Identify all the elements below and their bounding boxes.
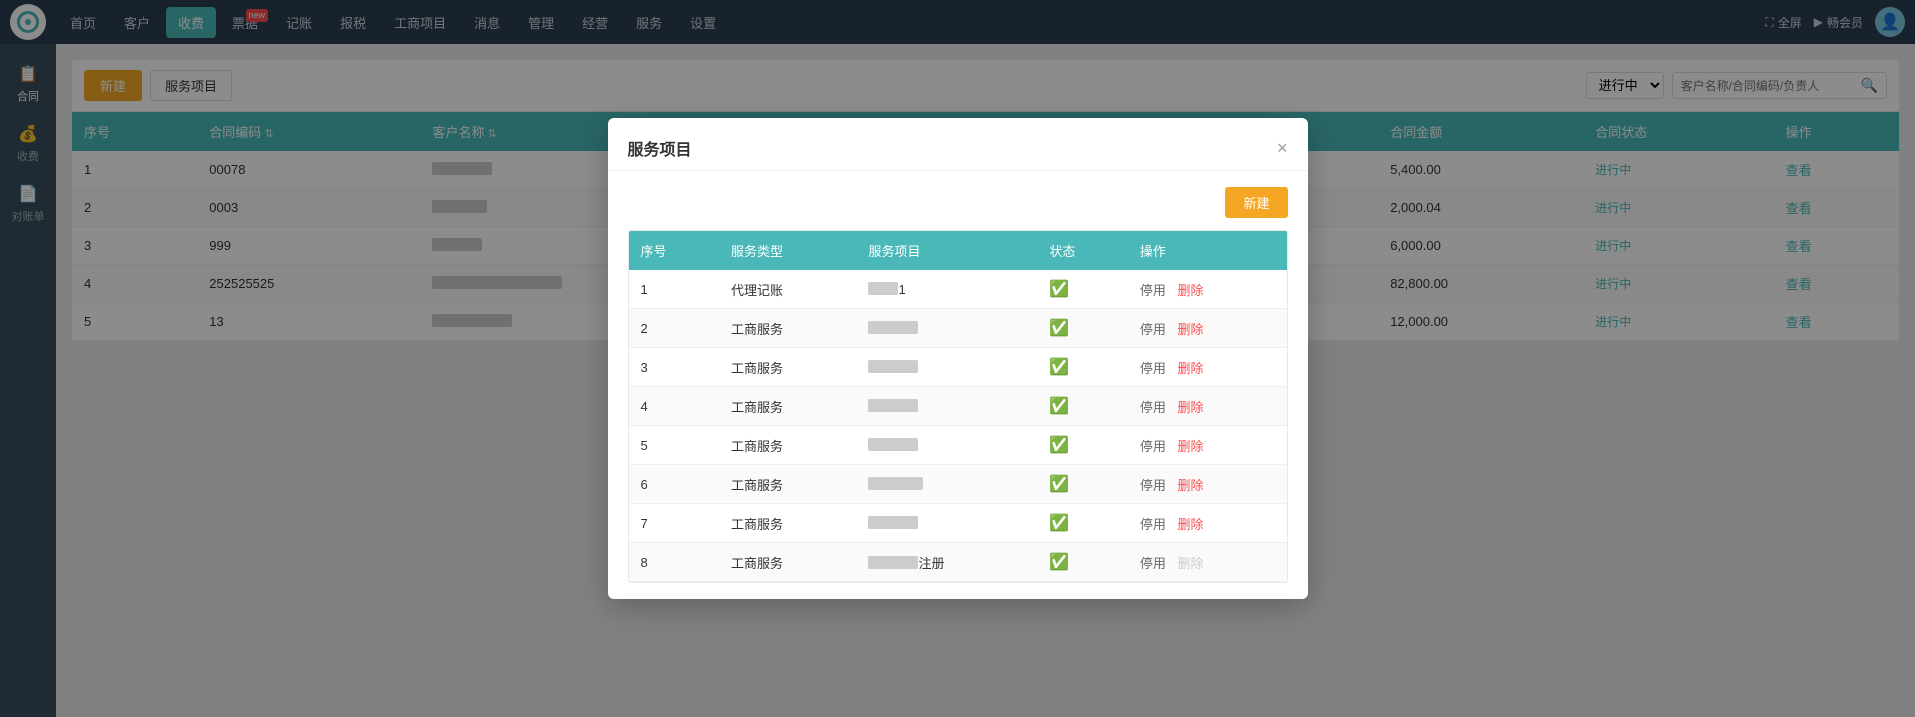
delete-button[interactable]: 删除: [1178, 400, 1204, 415]
modal-cell-action: 停用 删除: [1128, 504, 1287, 543]
delete-button[interactable]: 删除: [1178, 478, 1204, 493]
modal-cell-status: ✅: [1037, 309, 1127, 348]
stop-button[interactable]: 停用: [1140, 439, 1166, 454]
modal-table-wrap[interactable]: 序号 服务类型 服务项目 状态 操作 1 代理记账 1 ✅ 停用 删除 2: [628, 230, 1288, 583]
list-item: 2 工商服务 ✅ 停用 删除: [629, 309, 1287, 348]
modal-cell-service-type: 工商服务: [719, 309, 857, 348]
service-item-blurred: [868, 477, 923, 490]
service-item-blurred: [868, 556, 918, 569]
modal-cell-action: 停用 删除: [1128, 348, 1287, 387]
status-check-icon: ✅: [1049, 281, 1069, 298]
delete-button[interactable]: 删除: [1178, 439, 1204, 454]
modal-cell-action: 停用 删除: [1128, 387, 1287, 426]
modal-cell-seq: 2: [629, 309, 719, 348]
modal-cell-action: 停用 删除: [1128, 270, 1287, 309]
modal-header-row: 序号 服务类型 服务项目 状态 操作: [629, 231, 1287, 270]
stop-button[interactable]: 停用: [1140, 400, 1166, 415]
status-check-icon: ✅: [1049, 476, 1069, 493]
modal-cell-service-item: [856, 348, 1037, 387]
status-check-icon: ✅: [1049, 398, 1069, 415]
modal-cell-service-type: 工商服务: [719, 348, 857, 387]
modal-cell-status: ✅: [1037, 543, 1127, 582]
modal-cell-action: 停用 删除: [1128, 465, 1287, 504]
service-item-blurred: [868, 321, 918, 334]
modal-new-button[interactable]: 新建: [1225, 187, 1287, 218]
modal-col-action: 操作: [1128, 231, 1287, 270]
status-check-icon: ✅: [1049, 515, 1069, 532]
status-check-icon: ✅: [1049, 554, 1069, 571]
modal-cell-service-type: 工商服务: [719, 387, 857, 426]
delete-button[interactable]: 删除: [1178, 283, 1204, 298]
modal-cell-service-item: [856, 387, 1037, 426]
modal-cell-service-item: 1: [856, 270, 1037, 309]
modal-body: 新建 序号 服务类型 服务项目 状态 操作 1 代理记账: [608, 171, 1308, 599]
modal-cell-service-type: 工商服务: [719, 465, 857, 504]
list-item: 6 工商服务 ✅ 停用 删除: [629, 465, 1287, 504]
service-item-blurred: [868, 438, 918, 451]
modal-cell-service-type: 代理记账: [719, 270, 857, 309]
service-item-blurred: [868, 399, 918, 412]
modal-header: 服务项目 ×: [608, 118, 1308, 171]
service-item-blurred: [868, 282, 898, 295]
modal-table-body: 1 代理记账 1 ✅ 停用 删除 2 工商服务 ✅ 停用 删除 3 工商服务 ✅…: [629, 270, 1287, 582]
modal-cell-service-item: [856, 309, 1037, 348]
modal-cell-status: ✅: [1037, 426, 1127, 465]
modal-table: 序号 服务类型 服务项目 状态 操作 1 代理记账 1 ✅ 停用 删除 2: [629, 231, 1287, 582]
stop-button[interactable]: 停用: [1140, 361, 1166, 376]
modal-cell-seq: 4: [629, 387, 719, 426]
modal-cell-service-item: [856, 426, 1037, 465]
modal-cell-status: ✅: [1037, 504, 1127, 543]
modal-close-button[interactable]: ×: [1277, 139, 1288, 157]
modal-cell-seq: 5: [629, 426, 719, 465]
list-item: 7 工商服务 ✅ 停用 删除: [629, 504, 1287, 543]
modal-cell-service-type: 工商服务: [719, 426, 857, 465]
modal-cell-seq: 8: [629, 543, 719, 582]
service-modal: 服务项目 × 新建 序号 服务类型 服务项目 状态 操作: [608, 118, 1308, 599]
stop-button[interactable]: 停用: [1140, 556, 1166, 571]
modal-cell-status: ✅: [1037, 270, 1127, 309]
service-item-blurred: [868, 516, 918, 529]
modal-cell-service-type: 工商服务: [719, 504, 857, 543]
modal-cell-action: 停用 删除: [1128, 309, 1287, 348]
modal-cell-status: ✅: [1037, 465, 1127, 504]
modal-cell-service-type: 工商服务: [719, 543, 857, 582]
stop-button[interactable]: 停用: [1140, 478, 1166, 493]
delete-button[interactable]: 删除: [1178, 517, 1204, 532]
stop-button[interactable]: 停用: [1140, 517, 1166, 532]
status-check-icon: ✅: [1049, 437, 1069, 454]
modal-cell-status: ✅: [1037, 387, 1127, 426]
list-item: 8 工商服务 注册 ✅ 停用 删除: [629, 543, 1287, 582]
status-check-icon: ✅: [1049, 359, 1069, 376]
service-item-blurred: [868, 360, 918, 373]
modal-col-seq: 序号: [629, 231, 719, 270]
stop-button[interactable]: 停用: [1140, 322, 1166, 337]
list-item: 1 代理记账 1 ✅ 停用 删除: [629, 270, 1287, 309]
modal-cell-status: ✅: [1037, 348, 1127, 387]
modal-overlay[interactable]: 服务项目 × 新建 序号 服务类型 服务项目 状态 操作: [0, 0, 1915, 717]
modal-title: 服务项目: [628, 136, 692, 160]
modal-col-service-type: 服务类型: [719, 231, 857, 270]
stop-button[interactable]: 停用: [1140, 283, 1166, 298]
modal-col-service-item: 服务项目: [856, 231, 1037, 270]
modal-cell-action: 停用 删除: [1128, 426, 1287, 465]
modal-cell-seq: 7: [629, 504, 719, 543]
modal-cell-seq: 6: [629, 465, 719, 504]
modal-cell-service-item: [856, 504, 1037, 543]
list-item: 3 工商服务 ✅ 停用 删除: [629, 348, 1287, 387]
modal-cell-seq: 3: [629, 348, 719, 387]
modal-col-status: 状态: [1037, 231, 1127, 270]
modal-cell-service-item: [856, 465, 1037, 504]
modal-cell-service-item: 注册: [856, 543, 1037, 582]
status-check-icon: ✅: [1049, 320, 1069, 337]
list-item: 5 工商服务 ✅ 停用 删除: [629, 426, 1287, 465]
delete-button[interactable]: 删除: [1178, 322, 1204, 337]
modal-toolbar: 新建: [628, 187, 1288, 218]
delete-button[interactable]: 删除: [1178, 556, 1204, 571]
modal-cell-action: 停用 删除: [1128, 543, 1287, 582]
modal-cell-seq: 1: [629, 270, 719, 309]
list-item: 4 工商服务 ✅ 停用 删除: [629, 387, 1287, 426]
delete-button[interactable]: 删除: [1178, 361, 1204, 376]
